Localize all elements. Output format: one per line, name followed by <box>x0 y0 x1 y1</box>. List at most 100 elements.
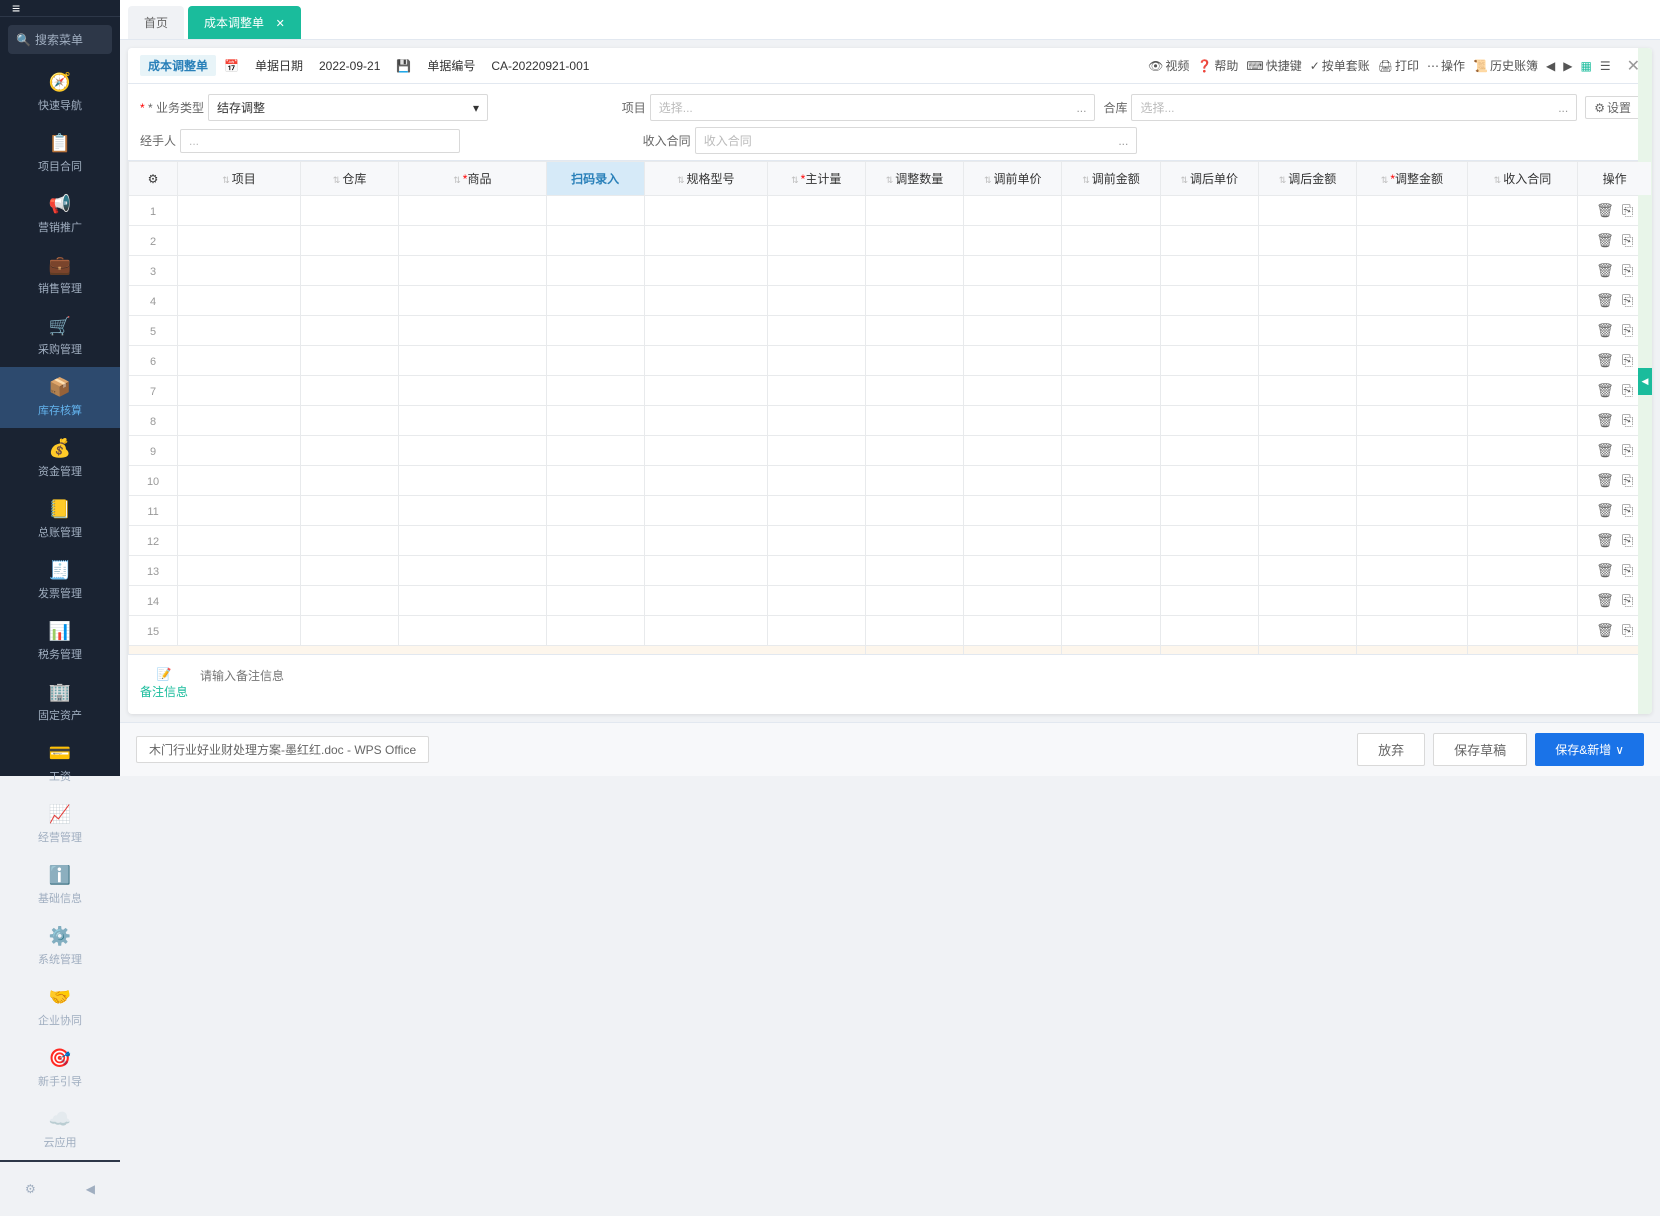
row-3-scan[interactable] <box>546 256 644 286</box>
sidebar-item-payroll[interactable]: 💳工资 <box>0 733 120 794</box>
row-15-adjust-amount[interactable] <box>1357 616 1468 646</box>
row-7-amount-before[interactable] <box>1062 376 1160 406</box>
row-11-scan[interactable] <box>546 496 644 526</box>
row-8-amount-after[interactable] <box>1258 406 1356 436</box>
row-14-income-contract[interactable] <box>1467 586 1578 616</box>
row-7-income-contract[interactable] <box>1467 376 1578 406</box>
sidebar-item-finance[interactable]: 💰资金管理 <box>0 428 120 489</box>
sidebar-item-sales[interactable]: 💼销售管理 <box>0 245 120 306</box>
col-header-amount-after[interactable]: ⇅调后金额 <box>1258 162 1356 196</box>
row-9-warehouse[interactable] <box>300 436 398 466</box>
row-1-amount-before[interactable] <box>1062 196 1160 226</box>
row-15-price-before[interactable] <box>964 616 1062 646</box>
row-15-income-contract[interactable] <box>1467 616 1578 646</box>
row-9-adjust-amount[interactable] <box>1357 436 1468 466</box>
row-5-price-after[interactable] <box>1160 316 1258 346</box>
row-3-delete-btn[interactable]: 🗑 <box>1594 260 1616 281</box>
row-4-price-before[interactable] <box>964 286 1062 316</box>
row-11-adjust-amount[interactable] <box>1357 496 1468 526</box>
row-11-product[interactable] <box>399 496 546 526</box>
row-9-price-after[interactable] <box>1160 436 1258 466</box>
row-7-unit[interactable] <box>767 376 865 406</box>
row-5-amount-after[interactable] <box>1258 316 1356 346</box>
col-header-price-after[interactable]: ⇅调后单价 <box>1160 162 1258 196</box>
row-8-unit[interactable] <box>767 406 865 436</box>
row-1-adjust-amount[interactable] <box>1357 196 1468 226</box>
row-1-product[interactable] <box>399 196 546 226</box>
row-1-copy-btn[interactable]: ⎘ <box>1620 200 1635 221</box>
row-7-warehouse[interactable] <box>300 376 398 406</box>
row-13-income-contract[interactable] <box>1467 556 1578 586</box>
row-11-spec[interactable] <box>644 496 767 526</box>
row-14-qty[interactable] <box>865 586 963 616</box>
row-11-unit[interactable] <box>767 496 865 526</box>
row-5-unit[interactable] <box>767 316 865 346</box>
col-header-price-before[interactable]: ⇅调前单价 <box>964 162 1062 196</box>
row-3-price-after[interactable] <box>1160 256 1258 286</box>
row-8-warehouse[interactable] <box>300 406 398 436</box>
row-10-project[interactable] <box>178 466 301 496</box>
row-14-amount-after[interactable] <box>1258 586 1356 616</box>
sidebar-item-marketing[interactable]: 📢营销推广 <box>0 184 120 245</box>
row-8-spec[interactable] <box>644 406 767 436</box>
row-9-amount-before[interactable] <box>1062 436 1160 466</box>
row-2-adjust-amount[interactable] <box>1357 226 1468 256</box>
row-12-copy-btn[interactable]: ⎘ <box>1620 530 1635 551</box>
row-2-income-contract[interactable] <box>1467 226 1578 256</box>
row-7-product[interactable] <box>399 376 546 406</box>
row-14-price-before[interactable] <box>964 586 1062 616</box>
row-8-delete-btn[interactable]: 🗑 <box>1594 410 1616 431</box>
row-12-qty[interactable] <box>865 526 963 556</box>
row-10-product[interactable] <box>399 466 546 496</box>
row-5-qty[interactable] <box>865 316 963 346</box>
row-3-amount-before[interactable] <box>1062 256 1160 286</box>
row-12-scan[interactable] <box>546 526 644 556</box>
sidebar-item-ledger[interactable]: 📒总账管理 <box>0 489 120 550</box>
row-1-spec[interactable] <box>644 196 767 226</box>
row-1-warehouse[interactable] <box>300 196 398 226</box>
view-list-icon[interactable]: ☰ <box>1600 59 1611 73</box>
row-13-amount-before[interactable] <box>1062 556 1160 586</box>
row-5-amount-before[interactable] <box>1062 316 1160 346</box>
row-10-qty[interactable] <box>865 466 963 496</box>
row-13-warehouse[interactable] <box>300 556 398 586</box>
row-1-delete-btn[interactable]: 🗑 <box>1594 200 1616 221</box>
handler-input[interactable]: ... <box>180 129 460 153</box>
row-15-scan[interactable] <box>546 616 644 646</box>
sidebar-item-system[interactable]: ⚙️系统管理 <box>0 916 120 977</box>
row-9-product[interactable] <box>399 436 546 466</box>
row-4-amount-before[interactable] <box>1062 286 1160 316</box>
sidebar-item-fixed-assets[interactable]: 🏢固定资产 <box>0 672 120 733</box>
row-5-income-contract[interactable] <box>1467 316 1578 346</box>
row-10-amount-after[interactable] <box>1258 466 1356 496</box>
row-6-scan[interactable] <box>546 346 644 376</box>
row-2-amount-before[interactable] <box>1062 226 1160 256</box>
print-action[interactable]: 🖨 打印 <box>1378 57 1419 74</box>
row-4-price-after[interactable] <box>1160 286 1258 316</box>
history-action[interactable]: 📜 历史账簿 <box>1473 57 1538 74</box>
row-15-delete-btn[interactable]: 🗑 <box>1594 620 1616 641</box>
view-action[interactable]: 👁 视频 <box>1148 57 1189 74</box>
row-7-price-after[interactable] <box>1160 376 1258 406</box>
row-9-price-before[interactable] <box>964 436 1062 466</box>
row-2-delete-btn[interactable]: 🗑 <box>1594 230 1616 251</box>
row-7-delete-btn[interactable]: 🗑 <box>1594 380 1616 401</box>
shortcut-action[interactable]: ⌨ 快捷键 <box>1246 57 1301 74</box>
row-3-unit[interactable] <box>767 256 865 286</box>
more-action[interactable]: ⋯ 操作 <box>1427 57 1465 74</box>
row-1-scan[interactable] <box>546 196 644 226</box>
row-11-copy-btn[interactable]: ⎘ <box>1620 500 1635 521</box>
sidebar-item-enterprise[interactable]: 🤝企业协同 <box>0 977 120 1038</box>
row-5-spec[interactable] <box>644 316 767 346</box>
row-9-project[interactable] <box>178 436 301 466</box>
view-grid-icon[interactable]: ▦ <box>1580 59 1591 73</box>
row-3-project[interactable] <box>178 256 301 286</box>
row-4-unit[interactable] <box>767 286 865 316</box>
row-14-copy-btn[interactable]: ⎘ <box>1620 590 1635 611</box>
row-2-price-before[interactable] <box>964 226 1062 256</box>
nav-next[interactable]: ▶ <box>1563 59 1572 73</box>
row-10-copy-btn[interactable]: ⎘ <box>1620 470 1635 491</box>
row-3-copy-btn[interactable]: ⎘ <box>1620 260 1635 281</box>
row-13-project[interactable] <box>178 556 301 586</box>
col-header-qty[interactable]: ⇅调整数量 <box>865 162 963 196</box>
